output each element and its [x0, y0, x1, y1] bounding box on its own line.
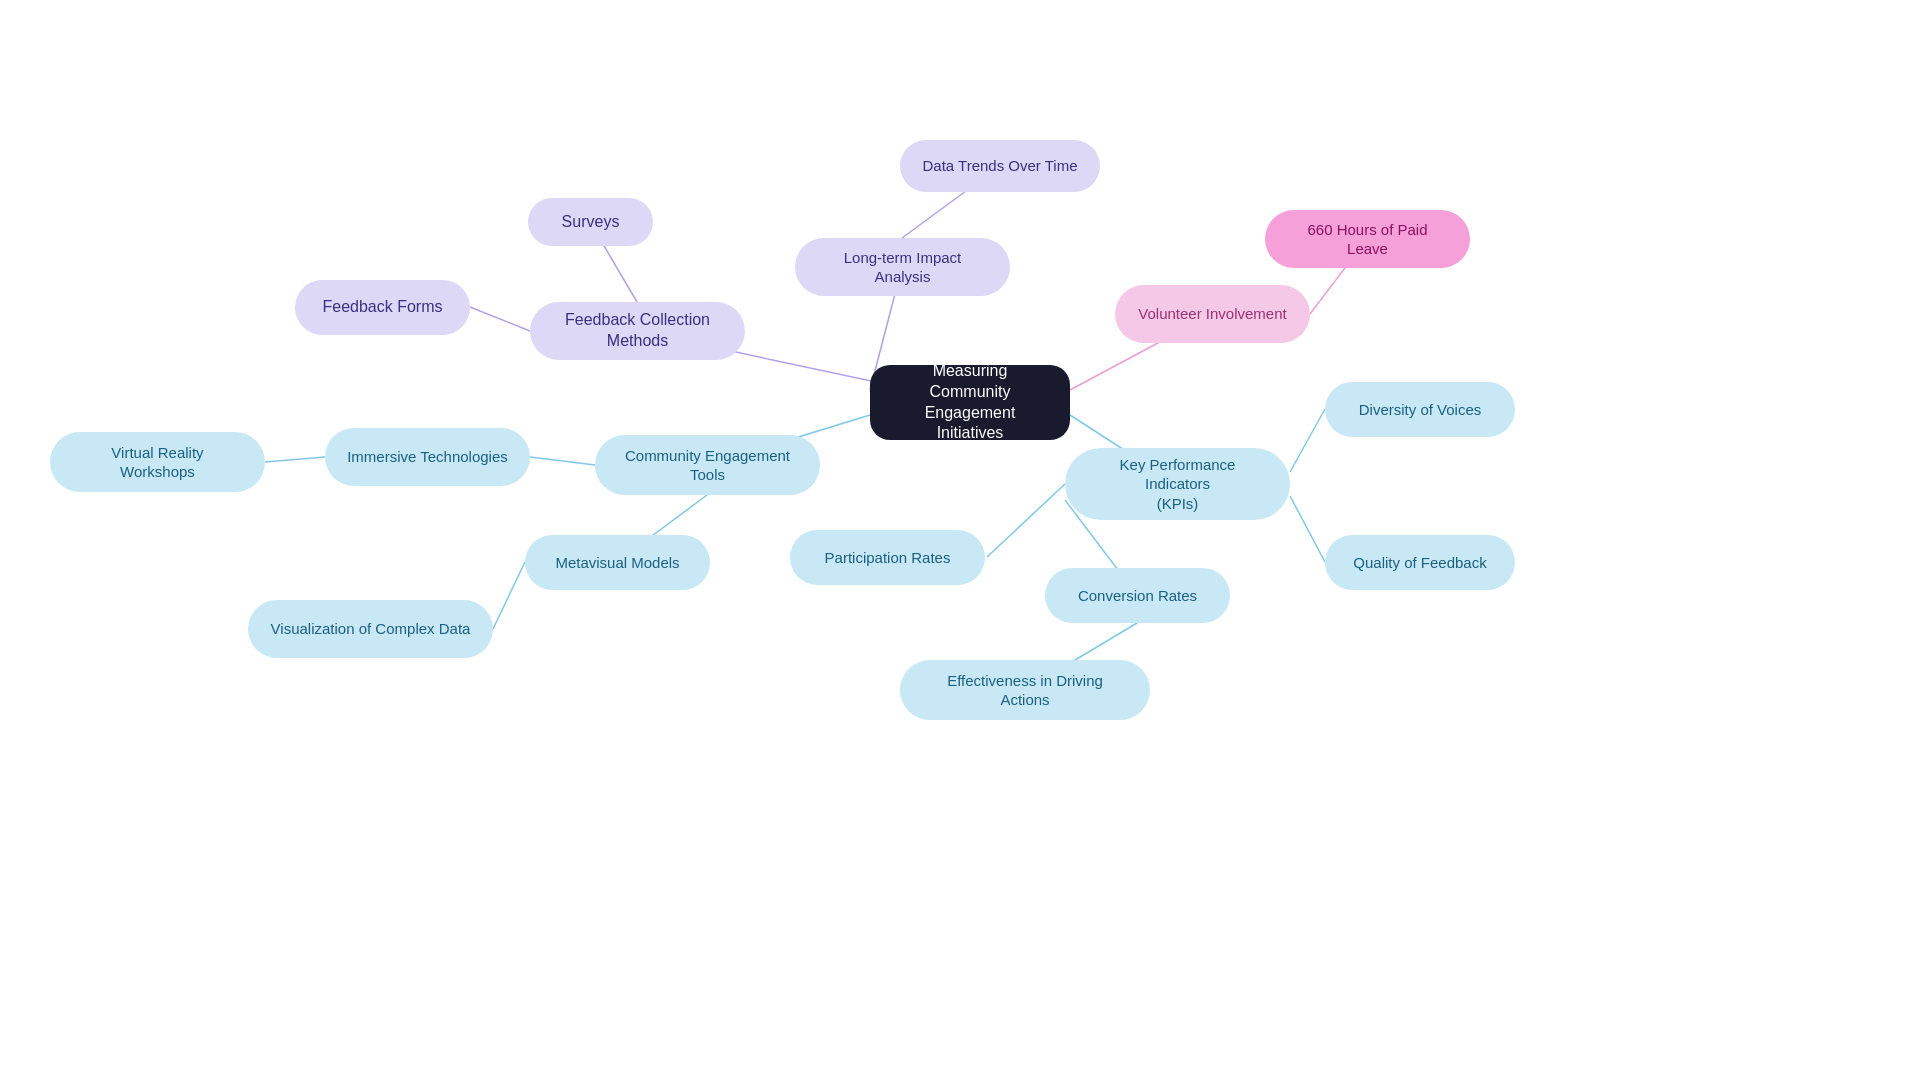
node-feedback-collection: Feedback Collection Methods — [530, 302, 745, 360]
svg-line-10 — [987, 484, 1065, 557]
node-data-trends: Data Trends Over Time — [900, 140, 1100, 192]
node-vr-workshops: Virtual Reality Workshops — [50, 432, 265, 492]
node-long-term: Long-term Impact Analysis — [795, 238, 1010, 296]
node-volunteer: Volunteer Involvement — [1115, 285, 1310, 343]
node-immersive: Immersive Technologies — [325, 428, 530, 486]
svg-line-14 — [530, 457, 595, 465]
node-community-tools: Community Engagement Tools — [595, 435, 820, 495]
node-diversity: Diversity of Voices — [1325, 382, 1515, 437]
node-conversion: Conversion Rates — [1045, 568, 1230, 623]
node-quality: Quality of Feedback — [1325, 535, 1515, 590]
node-effectiveness: Effectiveness in Driving Actions — [900, 660, 1150, 720]
mind-map: Measuring CommunityEngagement Initiative… — [0, 0, 1920, 1083]
node-kpi: Key Performance Indicators(KPIs) — [1065, 448, 1290, 520]
node-paid-leave: 660 Hours of Paid Leave — [1265, 210, 1470, 268]
svg-line-2 — [470, 307, 530, 331]
node-center: Measuring CommunityEngagement Initiative… — [870, 365, 1070, 440]
node-feedback-forms: Feedback Forms — [295, 280, 470, 335]
node-surveys: Surveys — [528, 198, 653, 246]
node-participation: Participation Rates — [790, 530, 985, 585]
svg-line-9 — [1290, 496, 1325, 562]
svg-line-17 — [493, 562, 525, 629]
node-metavisual: Metavisual Models — [525, 535, 710, 590]
node-visualization: Visualization of Complex Data — [248, 600, 493, 658]
svg-line-8 — [1290, 409, 1325, 472]
svg-line-15 — [265, 457, 325, 462]
